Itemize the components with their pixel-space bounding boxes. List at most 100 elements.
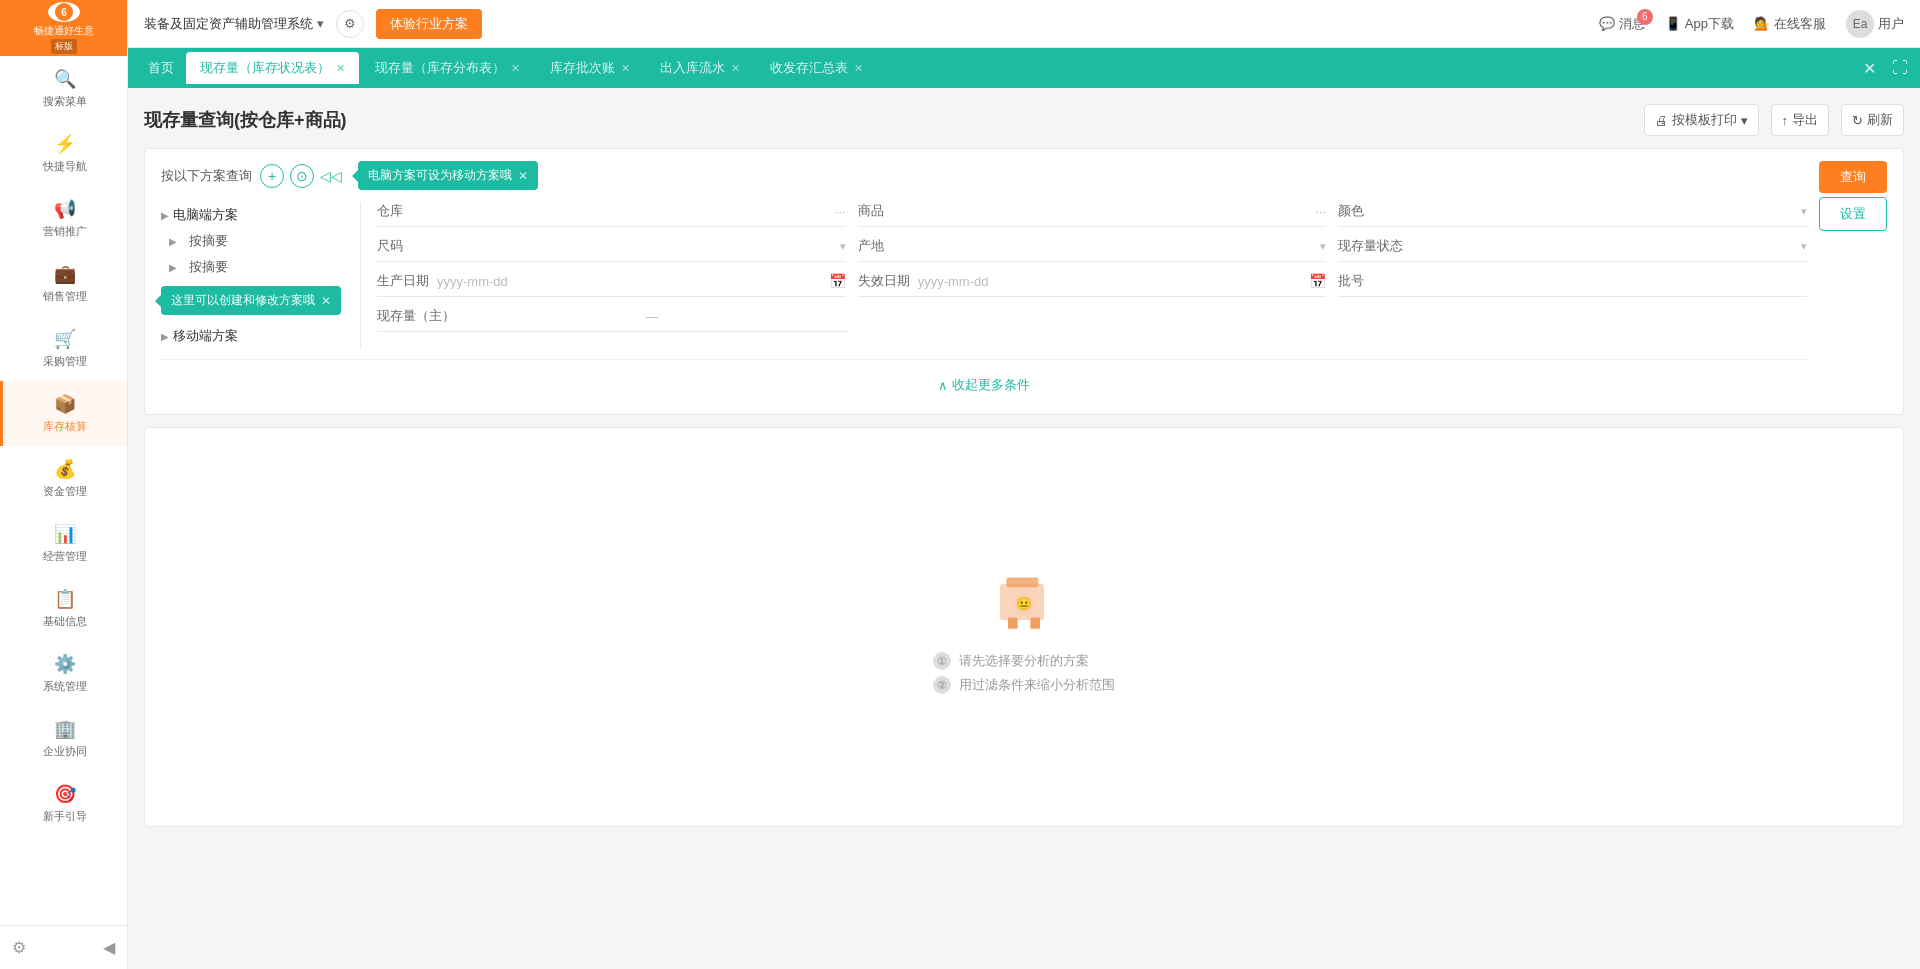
app-download-item[interactable]: 📱 App下载 bbox=[1665, 15, 1734, 33]
scheme-item-0[interactable]: ▶ 按摘要 bbox=[161, 228, 352, 254]
hint-num-1: ① bbox=[933, 652, 951, 670]
back-arrow-btn[interactable]: ◁◁ bbox=[320, 168, 342, 184]
sidebar-item-finance[interactable]: 💰 资金管理 bbox=[0, 446, 127, 511]
page-title-bar: 现存量查询(按仓库+商品) 🖨 按模板打印 ▾ ↑ 导出 ↻ 刷新 bbox=[144, 104, 1904, 136]
online-service-item[interactable]: 💁 在线客服 bbox=[1754, 15, 1826, 33]
filter-actions: + ⊙ ◁◁ bbox=[260, 164, 342, 188]
tab-2[interactable]: 库存批次账 ✕ bbox=[536, 52, 644, 84]
tab-label-1: 现存量（库存分布表） bbox=[375, 59, 505, 77]
sidebar-item-marketing[interactable]: 📢 营销推广 bbox=[0, 186, 127, 251]
tab-close-3[interactable]: ✕ bbox=[731, 62, 740, 75]
add-scheme-btn[interactable]: + bbox=[260, 164, 284, 188]
size-select[interactable]: ▾ bbox=[437, 240, 846, 253]
sidebar-item-system[interactable]: ⚙️ 系统管理 bbox=[0, 641, 127, 706]
goods-select[interactable]: ··· bbox=[918, 204, 1327, 219]
sidebar-item-operations[interactable]: 📊 经营管理 bbox=[0, 511, 127, 576]
notifications-item[interactable]: 💬 消息 6 bbox=[1599, 15, 1645, 33]
settings-bottom-btn[interactable]: ⚙ bbox=[12, 938, 26, 957]
svg-text:😐: 😐 bbox=[1016, 596, 1032, 612]
color-select[interactable]: ▾ bbox=[1398, 205, 1807, 218]
enterprise-icon: 🏢 bbox=[54, 718, 76, 740]
expire-date-calendar-icon[interactable]: 📅 bbox=[1309, 273, 1326, 289]
filter-label: 按以下方案查询 bbox=[161, 167, 252, 185]
tab-1[interactable]: 现存量（库存分布表） ✕ bbox=[361, 52, 534, 84]
tab-label-4: 收发存汇总表 bbox=[770, 59, 848, 77]
sidebar-item-inventory[interactable]: 📦 库存核算 bbox=[0, 381, 127, 446]
stock-main-to[interactable] bbox=[662, 309, 848, 324]
purchase-icon: 🛒 bbox=[54, 328, 76, 350]
filter-field-size: 尺码 ▾ bbox=[377, 237, 846, 262]
stock-status-chevron[interactable]: ▾ bbox=[1801, 240, 1807, 253]
scheme-item-1[interactable]: ▶ 按摘要 bbox=[161, 254, 352, 280]
sidebar-item-label-quicknav: 快捷导航 bbox=[43, 159, 87, 174]
tab-home[interactable]: 首页 bbox=[136, 52, 186, 84]
hint-num-2: ② bbox=[933, 676, 951, 694]
stock-main-from[interactable] bbox=[455, 309, 641, 324]
edit-scheme-btn[interactable]: ⊙ bbox=[290, 164, 314, 188]
filter-row-1: 仓库 ··· 商品 bbox=[377, 202, 1807, 227]
produce-date-input[interactable] bbox=[437, 274, 829, 289]
scheme-item-icon-0: ▶ bbox=[169, 236, 183, 247]
tab-close-1[interactable]: ✕ bbox=[511, 62, 520, 75]
color-chevron[interactable]: ▾ bbox=[1801, 205, 1807, 218]
sidebar-item-quicknav[interactable]: ⚡ 快捷导航 bbox=[0, 121, 127, 186]
batch-input[interactable] bbox=[1398, 274, 1807, 289]
system-icon: ⚙️ bbox=[54, 653, 76, 675]
sidebar-item-search[interactable]: 🔍 搜索菜单 bbox=[0, 56, 127, 121]
tab-close-2[interactable]: ✕ bbox=[621, 62, 630, 75]
export-btn[interactable]: ↑ 导出 bbox=[1771, 104, 1830, 136]
tab-close-4[interactable]: ✕ bbox=[854, 62, 863, 75]
tab-expand[interactable]: ⛶ bbox=[1888, 55, 1912, 81]
tab-4[interactable]: 收发存汇总表 ✕ bbox=[756, 52, 877, 84]
size-chevron[interactable]: ▾ bbox=[840, 240, 846, 253]
tab-close-0[interactable]: ✕ bbox=[336, 62, 345, 75]
warehouse-dots[interactable]: ··· bbox=[835, 204, 846, 219]
expire-date-input[interactable] bbox=[918, 274, 1310, 289]
system-name-select[interactable]: 装备及固定资产辅助管理系统 ▾ bbox=[144, 15, 324, 33]
query-btn[interactable]: 查询 bbox=[1819, 161, 1887, 193]
goods-dots[interactable]: ··· bbox=[1315, 204, 1326, 219]
tab-3[interactable]: 出入库流水 ✕ bbox=[646, 52, 754, 84]
stock-status-select[interactable]: ▾ bbox=[1403, 240, 1807, 253]
origin-select[interactable]: ▾ bbox=[918, 240, 1327, 253]
print-btn[interactable]: 🖨 按模板打印 ▾ bbox=[1644, 104, 1759, 136]
refresh-btn[interactable]: ↻ 刷新 bbox=[1841, 104, 1904, 136]
collapse-sidebar-btn[interactable]: ◀ bbox=[103, 938, 115, 957]
collapse-btn[interactable]: ∧ 收起更多条件 bbox=[930, 368, 1038, 402]
expire-date-label: 失效日期 bbox=[858, 272, 918, 290]
notifications-icon: 💬 bbox=[1599, 16, 1615, 31]
refresh-label: 刷新 bbox=[1867, 111, 1893, 129]
filter-field-batch: 批号 bbox=[1338, 272, 1807, 297]
origin-chevron[interactable]: ▾ bbox=[1320, 240, 1326, 253]
header-right: 💬 消息 6 📱 App下载 💁 在线客服 Ea 用户 bbox=[1599, 10, 1904, 38]
tooltip-close-1[interactable]: ✕ bbox=[518, 169, 528, 183]
tooltip-close-2[interactable]: ✕ bbox=[321, 294, 331, 308]
warehouse-select[interactable]: ··· bbox=[437, 204, 846, 219]
guide-icon: 🎯 bbox=[54, 783, 76, 805]
avatar: Ea bbox=[1846, 10, 1874, 38]
user-item[interactable]: Ea 用户 bbox=[1846, 10, 1904, 38]
sidebar-item-guide[interactable]: 🎯 新手引导 bbox=[0, 771, 127, 836]
sidebar-item-basics[interactable]: 📋 基础信息 bbox=[0, 576, 127, 641]
size-label: 尺码 bbox=[377, 237, 437, 255]
tooltip-text-1: 电脑方案可设为移动方案哦 bbox=[368, 167, 512, 184]
sidebar-item-purchase[interactable]: 🛒 采购管理 bbox=[0, 316, 127, 381]
tab-close-all[interactable]: ✕ bbox=[1859, 55, 1880, 82]
sidebar-item-sales[interactable]: 💼 销售管理 bbox=[0, 251, 127, 316]
reset-btn[interactable]: 设置 bbox=[1819, 197, 1887, 231]
tab-label-2: 库存批次账 bbox=[550, 59, 615, 77]
sidebar-item-enterprise[interactable]: 🏢 企业协同 bbox=[0, 706, 127, 771]
sidebar-item-label-basics: 基础信息 bbox=[43, 614, 87, 629]
svg-rect-3 bbox=[1006, 578, 1038, 588]
user-label: 用户 bbox=[1878, 15, 1904, 33]
range-separator: — bbox=[645, 309, 658, 324]
header-settings-btn[interactable]: ⚙ bbox=[336, 10, 364, 38]
produce-date-calendar-icon[interactable]: 📅 bbox=[829, 273, 846, 289]
experience-btn[interactable]: 体验行业方案 bbox=[376, 9, 482, 39]
tab-0[interactable]: 现存量（库存状况表） ✕ bbox=[186, 52, 359, 84]
desktop-arrow: ▶ bbox=[161, 210, 169, 221]
empty-state: 😐 ① 请先选择要分析的方案 ② 用过滤条件来缩小分析范围 bbox=[933, 560, 1115, 694]
page-title: 现存量查询(按仓库+商品) bbox=[144, 108, 347, 132]
finance-icon: 💰 bbox=[54, 458, 76, 480]
sales-icon: 💼 bbox=[54, 263, 76, 285]
